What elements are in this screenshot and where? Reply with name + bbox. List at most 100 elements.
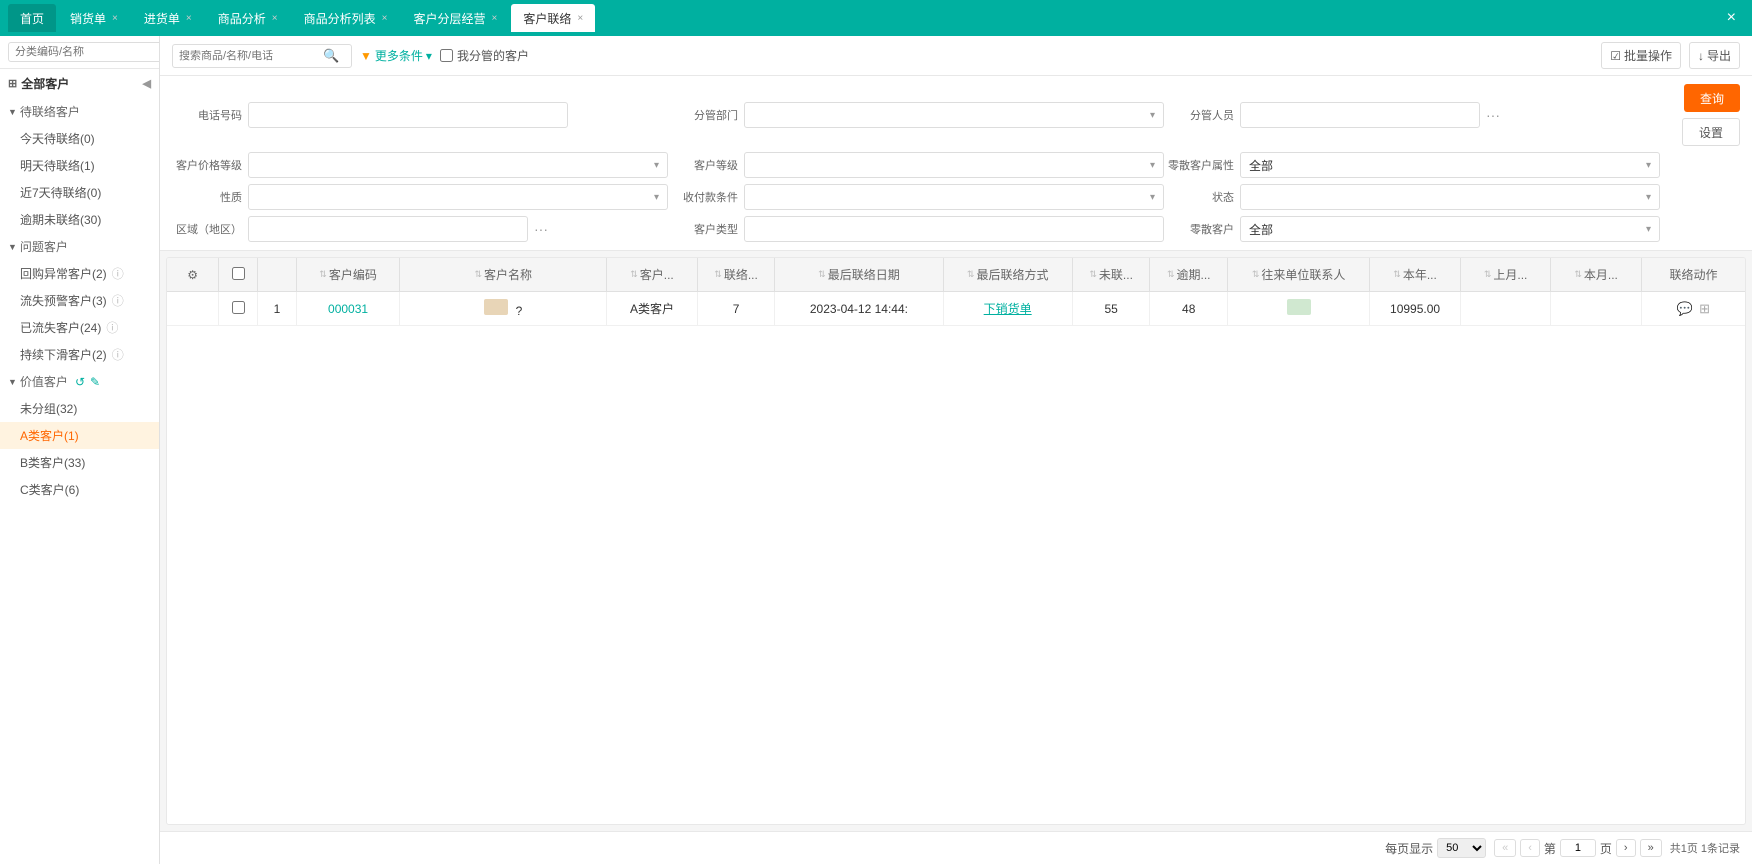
section-value-customers[interactable]: ▼ 价值客户 ↺ ✎ xyxy=(0,368,159,395)
nature-select[interactable]: ▾ xyxy=(248,184,668,210)
setting-btn[interactable]: 设置 xyxy=(1682,118,1740,146)
my-customers-checkbox[interactable] xyxy=(440,49,453,62)
th-last-date[interactable]: 最后联络日期 xyxy=(775,258,943,292)
last-method-link[interactable]: 下销货单 xyxy=(984,302,1032,316)
sidebar-item-c-class[interactable]: C类客户(6) xyxy=(0,476,159,503)
dept-select[interactable]: ▾ xyxy=(744,102,1164,128)
filter-more-label: 更多条件 xyxy=(375,47,423,64)
nav-tab-sales[interactable]: 销货单 × xyxy=(58,4,130,32)
th-checkbox[interactable] xyxy=(219,258,258,292)
page-input[interactable] xyxy=(1560,839,1596,857)
filter-icon: ▼ xyxy=(360,49,372,63)
table-header-row: ⚙ 客户编码 客户名称 客户... xyxy=(167,258,1745,292)
td-last-method[interactable]: 下销货单 xyxy=(943,292,1072,326)
td-code[interactable]: 000031 xyxy=(296,292,399,326)
filter-more-btn[interactable]: ▼ 更多条件 ▾ xyxy=(360,47,432,64)
select-all-checkbox[interactable] xyxy=(232,267,245,280)
person-input[interactable] xyxy=(1240,102,1480,128)
sidebar-item-a-class[interactable]: A类客户(1) xyxy=(0,422,159,449)
collapse-icon[interactable]: ◀ xyxy=(143,77,151,90)
section-label-problem: 问题客户 xyxy=(20,238,68,255)
td-checkbox[interactable] xyxy=(219,292,258,326)
per-page-select[interactable]: 50 100 200 xyxy=(1437,838,1486,858)
nav-tab-goods-analysis-list[interactable]: 商品分析列表 × xyxy=(292,4,400,32)
customer-type-input[interactable] xyxy=(744,216,1164,242)
gear-icon[interactable]: ⚙ xyxy=(187,268,198,282)
filter-search-icon[interactable]: 🔍 xyxy=(323,48,339,64)
td-contact-count: 7 xyxy=(697,292,775,326)
person-dots[interactable]: ··· xyxy=(1486,107,1500,123)
pay-condition-select[interactable]: ▾ xyxy=(744,184,1164,210)
sidebar-item-today[interactable]: 今天待联络(0) xyxy=(0,125,159,152)
row-checkbox[interactable] xyxy=(232,301,245,314)
customer-level-select[interactable]: ▾ xyxy=(744,152,1164,178)
td-last-month xyxy=(1460,292,1551,326)
th-overdue[interactable]: 逾期... xyxy=(1150,258,1228,292)
nav-close-all[interactable]: × xyxy=(1719,9,1744,27)
comment-action-icon[interactable]: 💬 xyxy=(1677,301,1693,317)
refresh-icon[interactable]: ↺ xyxy=(75,375,85,389)
edit-icon[interactable]: ✎ xyxy=(90,375,100,389)
region-dots[interactable]: ··· xyxy=(534,221,548,237)
sidebar-item-churn-warning[interactable]: 流失预警客户(3) ⓘ xyxy=(0,287,159,314)
th-unit-contact[interactable]: 往来单位联系人 xyxy=(1228,258,1370,292)
th-this-year[interactable]: 本年... xyxy=(1370,258,1461,292)
th-name[interactable]: 客户名称 xyxy=(400,258,607,292)
section-problem-customers[interactable]: ▼ 问题客户 xyxy=(0,233,159,260)
phone-input[interactable] xyxy=(248,102,568,128)
last-page-btn[interactable]: » xyxy=(1640,839,1662,857)
prev-page-btn[interactable]: ‹ xyxy=(1520,839,1540,857)
th-type[interactable]: 客户... xyxy=(607,258,698,292)
th-last-method[interactable]: 最后联络方式 xyxy=(943,258,1072,292)
next-page-btn[interactable]: › xyxy=(1616,839,1636,857)
retail-attr-value: 全部 xyxy=(1249,157,1273,174)
nav-tab-goods-analysis[interactable]: 商品分析 × xyxy=(206,4,290,32)
filter-search-input[interactable] xyxy=(179,50,319,62)
nav-tab-purchase[interactable]: 进货单 × xyxy=(132,4,204,32)
sidebar-item-b-class[interactable]: B类客户(33) xyxy=(0,449,159,476)
sidebar-item-tomorrow[interactable]: 明天待联络(1) xyxy=(0,152,159,179)
region-label: 区域（地区） xyxy=(172,221,242,237)
th-last-month[interactable]: 上月... xyxy=(1460,258,1551,292)
sidebar-item-rebuy-abnormal[interactable]: 回购异常客户(2) ⓘ xyxy=(0,260,159,287)
sidebar-item-ungroup[interactable]: 未分组(32) xyxy=(0,395,159,422)
first-page-btn[interactable]: « xyxy=(1494,839,1516,857)
sidebar-item-overdue[interactable]: 逾期未联络(30) xyxy=(0,206,159,233)
dept-label: 分管部门 xyxy=(668,107,738,123)
price-level-select[interactable]: ▾ xyxy=(248,152,668,178)
close-goods-analysis-list-icon[interactable]: × xyxy=(382,13,388,24)
price-level-arrow: ▾ xyxy=(654,160,659,171)
section-pending-contact[interactable]: ▼ 待联络客户 xyxy=(0,98,159,125)
nav-tab-customer-contact[interactable]: 客户联络 × xyxy=(511,4,595,32)
retail-select[interactable]: 全部 ▾ xyxy=(1240,216,1660,242)
sidebar-item-declining[interactable]: 持续下滑客户(2) ⓘ xyxy=(0,341,159,368)
region-input[interactable] xyxy=(248,216,528,242)
status-select[interactable]: ▾ xyxy=(1240,184,1660,210)
th-code[interactable]: 客户编码 xyxy=(296,258,399,292)
main-layout: 🔍 ⊞ 全部客户 ◀ ▼ 待联络客户 今天待联络(0) 明天待联络(1) 近7天… xyxy=(0,36,1752,864)
close-customer-segment-icon[interactable]: × xyxy=(491,13,497,24)
filter-my-customers[interactable]: 我分管的客户 xyxy=(440,47,529,64)
batch-op-btn[interactable]: ☑ 批量操作 xyxy=(1601,42,1681,69)
close-goods-analysis-icon[interactable]: × xyxy=(272,13,278,24)
th-this-month[interactable]: 本月... xyxy=(1551,258,1642,292)
th-not-contacted[interactable]: 未联... xyxy=(1072,258,1150,292)
sidebar-search-input[interactable] xyxy=(8,42,160,62)
close-purchase-icon[interactable]: × xyxy=(186,13,192,24)
grid-action-icon[interactable]: ⊞ xyxy=(1699,301,1710,317)
export-btn[interactable]: ↓ 导出 xyxy=(1689,42,1740,69)
th-contact[interactable]: 联络... xyxy=(697,258,775,292)
nav-tab-customer-segment[interactable]: 客户分层经营 × xyxy=(401,4,509,32)
filter-row-2: 客户价格等级 ▾ 客户等级 ▾ 零散客户属性 全部 xyxy=(172,152,1740,178)
section-arrow-pending: ▼ xyxy=(8,107,17,117)
sidebar-item-7days[interactable]: 近7天待联络(0) xyxy=(0,179,159,206)
close-customer-contact-icon[interactable]: × xyxy=(577,13,583,24)
nav-tab-home[interactable]: 首页 xyxy=(8,4,56,32)
grid-icon: ⊞ xyxy=(8,77,17,90)
close-sales-icon[interactable]: × xyxy=(112,13,118,24)
retail-attr-select[interactable]: 全部 ▾ xyxy=(1240,152,1660,178)
sidebar-item-churned[interactable]: 已流失客户(24) ⓘ xyxy=(0,314,159,341)
top-nav: 首页 销货单 × 进货单 × 商品分析 × 商品分析列表 × 客户分层经营 × … xyxy=(0,0,1752,36)
query-btn[interactable]: 查询 xyxy=(1684,84,1740,112)
th-gear[interactable]: ⚙ xyxy=(167,258,219,292)
